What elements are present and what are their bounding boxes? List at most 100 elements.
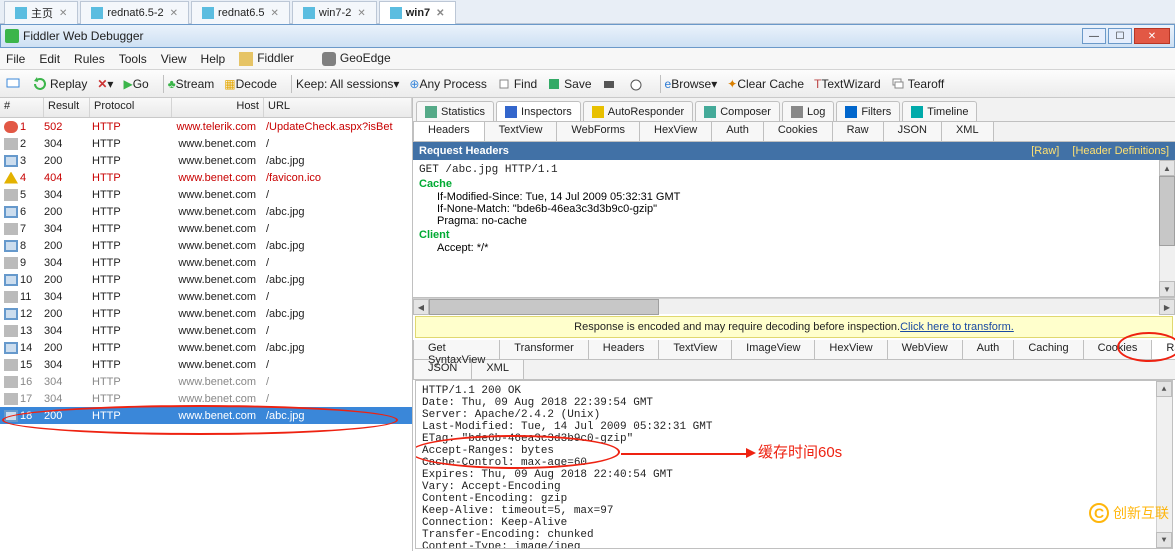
tab-rednat652[interactable]: rednat6.5-2✕ [80,1,189,24]
request-tab-cookies[interactable]: Cookies [764,122,833,141]
clear-cache-button[interactable]: ✦ Clear Cache [727,77,804,91]
scroll-up-icon[interactable]: ▲ [1159,160,1175,176]
inspector-tab-autoresponder[interactable]: AutoResponder [583,101,693,121]
raw-link[interactable]: [Raw] [1031,145,1059,157]
request-tab-auth[interactable]: Auth [712,122,764,141]
inspector-tab-timeline[interactable]: Timeline [902,101,977,121]
remove-button[interactable]: ✕ ▾ [97,77,113,91]
scroll-left-icon[interactable]: ◀ [413,299,429,315]
browse-button[interactable]: e Browse ▾ [665,77,718,91]
response-tab-cookies[interactable]: Cookies [1084,340,1153,359]
menu-rules[interactable]: Rules [74,52,105,66]
scrollbar-horizontal[interactable]: ◀ ▶ [413,298,1175,314]
session-row[interactable]: 12200HTTPwww.benet.com/abc.jpg [0,305,412,322]
session-row[interactable]: 10200HTTPwww.benet.com/abc.jpg [0,271,412,288]
col-host[interactable]: Host [172,98,264,117]
close-button[interactable]: ✕ [1134,28,1170,44]
close-icon[interactable]: ✕ [436,8,444,19]
close-icon[interactable]: ✕ [357,8,365,19]
request-tab-hexview[interactable]: HexView [640,122,712,141]
scroll-down-icon[interactable]: ▼ [1156,532,1172,548]
session-row[interactable]: 2304HTTPwww.benet.com/ [0,135,412,152]
tab-rednat65[interactable]: rednat6.5✕ [191,1,290,24]
response-tab-caching[interactable]: Caching [1014,340,1083,359]
response-raw-view[interactable]: 缓存时间60s ▲ ▼ HTTP/1.1 200 OKDate: Thu, 09… [415,380,1173,549]
request-tab-raw[interactable]: Raw [833,122,884,141]
request-tab-webforms[interactable]: WebForms [557,122,640,141]
request-tab-textview[interactable]: TextView [485,122,558,141]
session-row[interactable]: 8200HTTPwww.benet.com/abc.jpg [0,237,412,254]
timer-button[interactable] [629,77,646,91]
session-row[interactable]: 4404HTTPwww.benet.com/favicon.ico [0,169,412,186]
decode-button[interactable]: ▦ Decode [224,77,277,91]
session-row[interactable]: 16304HTTPwww.benet.com/ [0,373,412,390]
session-row[interactable]: 7304HTTPwww.benet.com/ [0,220,412,237]
scroll-down-icon[interactable]: ▼ [1159,281,1175,297]
close-icon[interactable]: ✕ [59,8,67,19]
response-tab-headers[interactable]: Headers [589,340,660,359]
response-tab-textview[interactable]: TextView [659,340,732,359]
screenshot-button[interactable] [602,77,619,91]
inspector-tab-statistics[interactable]: Statistics [416,101,494,121]
tab-win7[interactable]: win7✕ [379,1,456,24]
request-tab-xml[interactable]: XML [942,122,994,141]
session-row[interactable]: 18200HTTPwww.benet.com/abc.jpg [0,407,412,424]
keep-sessions-dropdown[interactable]: Keep: All sessions ▾ [296,77,399,91]
tab-win72[interactable]: win7-2✕ [292,1,377,24]
request-tab-headers[interactable]: Headers [413,122,485,141]
menu-help[interactable]: Help [201,52,226,66]
session-row[interactable]: 13304HTTPwww.benet.com/ [0,322,412,339]
save-button[interactable]: Save [547,77,591,91]
session-row[interactable]: 1502HTTPwww.telerik.com/UpdateCheck.aspx… [0,118,412,135]
request-body[interactable]: GET /abc.jpg HTTP/1.1 Cache If-Modified-… [413,160,1175,298]
session-row[interactable]: 3200HTTPwww.benet.com/abc.jpg [0,152,412,169]
session-row[interactable]: 9304HTTPwww.benet.com/ [0,254,412,271]
maximize-button[interactable]: ☐ [1108,28,1132,44]
inspector-tab-inspectors[interactable]: Inspectors [496,101,581,121]
inspector-tab-composer[interactable]: Composer [695,101,780,121]
stream-button[interactable]: ♣ Stream [168,77,215,91]
close-icon[interactable]: ✕ [271,8,279,19]
response-tab-hexview[interactable]: HexView [815,340,887,359]
menu-view[interactable]: View [161,52,187,66]
menu-edit[interactable]: Edit [39,52,60,66]
scroll-up-icon[interactable]: ▲ [1156,381,1172,397]
session-row[interactable]: 14200HTTPwww.benet.com/abc.jpg [0,339,412,356]
header-definitions-link[interactable]: [Header Definitions] [1072,145,1169,157]
inspector-tab-log[interactable]: Log [782,101,834,121]
any-process-button[interactable]: ⊕ Any Process [409,77,486,91]
sessions-header[interactable]: # Result Protocol Host URL [0,98,412,118]
col-protocol[interactable]: Protocol [90,98,172,117]
close-icon[interactable]: ✕ [170,8,178,19]
col-url[interactable]: URL [264,98,412,117]
scrollbar-vertical[interactable]: ▲ ▼ [1159,160,1175,297]
session-row[interactable]: 11304HTTPwww.benet.com/ [0,288,412,305]
session-row[interactable]: 5304HTTPwww.benet.com/ [0,186,412,203]
menu-geoedge[interactable]: GeoEdge [322,51,405,66]
session-row[interactable]: 15304HTTPwww.benet.com/ [0,356,412,373]
session-row[interactable]: 17304HTTPwww.benet.com/ [0,390,412,407]
minimize-button[interactable]: — [1082,28,1106,44]
session-row[interactable]: 6200HTTPwww.benet.com/abc.jpg [0,203,412,220]
menu-tools[interactable]: Tools [119,52,147,66]
col-result[interactable]: Result [44,98,90,117]
tab-home[interactable]: 主页✕ [4,1,78,24]
comment-button[interactable] [6,77,23,91]
response-tab-raw[interactable]: Raw [1152,340,1175,359]
response-tab-transformer[interactable]: Transformer [500,340,589,359]
inspector-tab-filters[interactable]: Filters [836,101,900,121]
tearoff-button[interactable]: Tearoff [891,77,944,91]
response-tab-auth[interactable]: Auth [963,340,1015,359]
scroll-thumb[interactable] [1159,176,1175,246]
replay-button[interactable]: Replay [33,77,87,91]
response-tab-imageview[interactable]: ImageView [732,340,815,359]
response-tab-get-syntaxview[interactable]: Get SyntaxView [413,340,500,359]
request-tab-json[interactable]: JSON [884,122,942,141]
find-button[interactable]: Find [497,77,537,91]
textwizard-button[interactable]: T TextWizard [814,77,881,91]
menu-fiddlerscript[interactable]: Fiddler [239,51,308,66]
decode-notice[interactable]: Response is encoded and may require deco… [415,316,1173,338]
scroll-right-icon[interactable]: ▶ [1159,299,1175,315]
menu-file[interactable]: File [6,52,25,66]
col-number[interactable]: # [0,98,44,117]
